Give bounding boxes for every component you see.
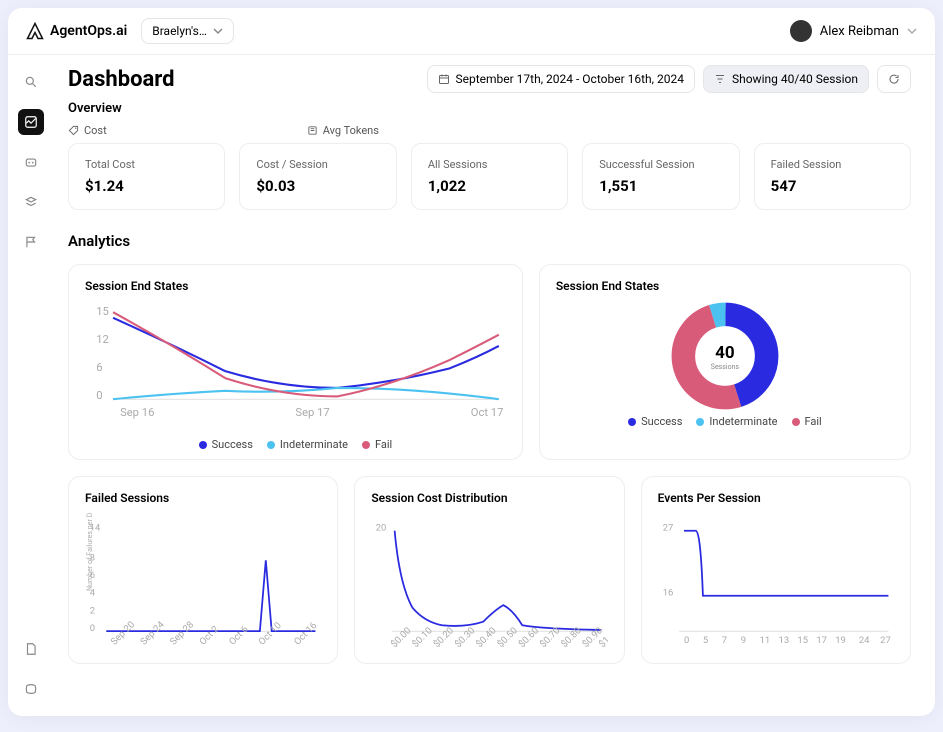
refresh-icon	[888, 73, 900, 85]
panel-cost-distribution: Session Cost Distribution 20 $0.00$0.10$…	[354, 476, 624, 664]
svg-text:11: 11	[759, 635, 770, 646]
svg-text:Number of Failures per Day: Number of Failures per Day	[85, 513, 94, 591]
svg-text:19: 19	[835, 635, 846, 646]
sidebar-layers-icon[interactable]	[18, 189, 44, 215]
svg-text:12: 12	[96, 333, 109, 346]
svg-text:27: 27	[662, 523, 673, 534]
card-successful-session: Successful Session1,551	[582, 143, 739, 210]
svg-text:Oct 17: Oct 17	[471, 406, 504, 419]
user-menu[interactable]: Alex Reibman	[790, 20, 917, 42]
panel-failed-sessions: Failed Sessions 1486420 Number of Failur…	[68, 476, 338, 664]
svg-text:$0.00: $0.00	[389, 626, 414, 651]
card-failed-session: Failed Session547	[754, 143, 911, 210]
svg-text:Oct 16: Oct 16	[292, 621, 319, 648]
svg-text:Sep 16: Sep 16	[120, 406, 154, 419]
svg-text:15: 15	[96, 305, 109, 318]
svg-text:20: 20	[376, 523, 387, 534]
date-range-picker[interactable]: September 17th, 2024 - October 16th, 202…	[427, 65, 695, 93]
svg-text:9: 9	[740, 635, 745, 646]
legend: Success Indeterminate Fail	[85, 438, 506, 451]
svg-text:13: 13	[778, 635, 789, 646]
svg-text:16: 16	[662, 588, 673, 599]
avg-tokens-label: Avg Tokens	[307, 124, 379, 137]
svg-text:0: 0	[684, 635, 689, 646]
card-all-sessions: All Sessions1,022	[411, 143, 568, 210]
cost-distribution-chart: 20 $0.00$0.10$0.20$0.30$0.40$0.50$0.60$0…	[371, 513, 607, 655]
calendar-icon	[438, 73, 450, 85]
date-range-label: September 17th, 2024 - October 16th, 202…	[456, 72, 684, 86]
chevron-down-icon	[213, 26, 223, 36]
page-title: Dashboard	[68, 67, 175, 92]
svg-text:$0.40: $0.40	[474, 626, 499, 651]
svg-text:5: 5	[703, 635, 708, 646]
card-total-cost: Total Cost$1.24	[68, 143, 225, 210]
donut-center: 40 Sessions	[711, 343, 739, 371]
legend: Success Indeterminate Fail	[556, 415, 894, 428]
failed-sessions-chart: 1486420 Number of Failures per Day Sep 2…	[85, 513, 321, 655]
svg-text:Oct 6: Oct 6	[227, 624, 250, 647]
svg-text:Sep 24: Sep 24	[138, 619, 167, 648]
avatar	[790, 20, 812, 42]
brand-logo[interactable]: AgentOps.ai	[26, 22, 127, 40]
events-per-session-chart: 27 16 0 5 7 9 11 13 15 17 19 24 27	[658, 513, 894, 655]
user-name: Alex Reibman	[820, 24, 899, 39]
refresh-button[interactable]	[877, 65, 911, 93]
sidebar-flag-icon[interactable]	[18, 229, 44, 255]
panel-end-states-line: Session End States 151260 Sep 16Sep 17Oc…	[68, 264, 523, 460]
panel-end-states-donut: Session End States 40 Sessions	[539, 264, 911, 460]
brand-name: AgentOps.ai	[50, 23, 127, 39]
card-cost-session: Cost / Session$0.03	[239, 143, 396, 210]
svg-text:$0.10: $0.10	[411, 626, 436, 651]
analytics-heading: Analytics	[68, 232, 911, 250]
sidebar-search-icon[interactable]	[18, 69, 44, 95]
svg-text:27: 27	[880, 635, 891, 646]
logo-icon	[26, 22, 44, 40]
org-picker-label: Braelyn's…	[152, 24, 207, 38]
end-states-line-chart: 15 12 6 0 Sep 16 Sep 17 Oct 17	[85, 301, 506, 434]
svg-text:$0.50: $0.50	[496, 626, 521, 651]
svg-text:0: 0	[90, 623, 95, 634]
sidebar-bot-icon[interactable]	[18, 149, 44, 175]
sidebar	[8, 55, 54, 716]
svg-text:$0.20: $0.20	[432, 626, 457, 651]
token-icon	[307, 125, 318, 136]
sidebar-discord-icon[interactable]	[18, 676, 44, 702]
svg-text:2: 2	[90, 606, 95, 617]
svg-text:Sep 20: Sep 20	[109, 620, 137, 648]
svg-text:$0.60: $0.60	[517, 626, 542, 651]
sidebar-dashboard-icon[interactable]	[18, 109, 44, 135]
svg-text:15: 15	[797, 635, 808, 646]
svg-text:17: 17	[816, 635, 827, 646]
panel-events-per-session: Events Per Session 2716 0579111315171924…	[641, 476, 911, 664]
sidebar-doc-icon[interactable]	[18, 636, 44, 662]
svg-text:7: 7	[721, 635, 726, 646]
org-picker[interactable]: Braelyn's…	[141, 18, 234, 44]
session-filter[interactable]: Showing 40/40 Session	[703, 65, 869, 93]
svg-text:6: 6	[96, 361, 102, 374]
filter-icon	[714, 73, 726, 85]
svg-text:Oct 2: Oct 2	[198, 624, 221, 647]
chevron-down-icon	[907, 26, 917, 36]
svg-text:24: 24	[859, 635, 870, 646]
cost-group-label: Cost	[68, 124, 107, 137]
svg-text:$0.30: $0.30	[453, 626, 478, 651]
svg-text:Sep 28: Sep 28	[168, 620, 196, 648]
svg-text:Sep 17: Sep 17	[295, 406, 329, 419]
session-filter-label: Showing 40/40 Session	[732, 72, 858, 86]
svg-text:0: 0	[96, 389, 102, 402]
overview-heading: Overview	[68, 101, 911, 116]
tag-icon	[68, 125, 79, 136]
